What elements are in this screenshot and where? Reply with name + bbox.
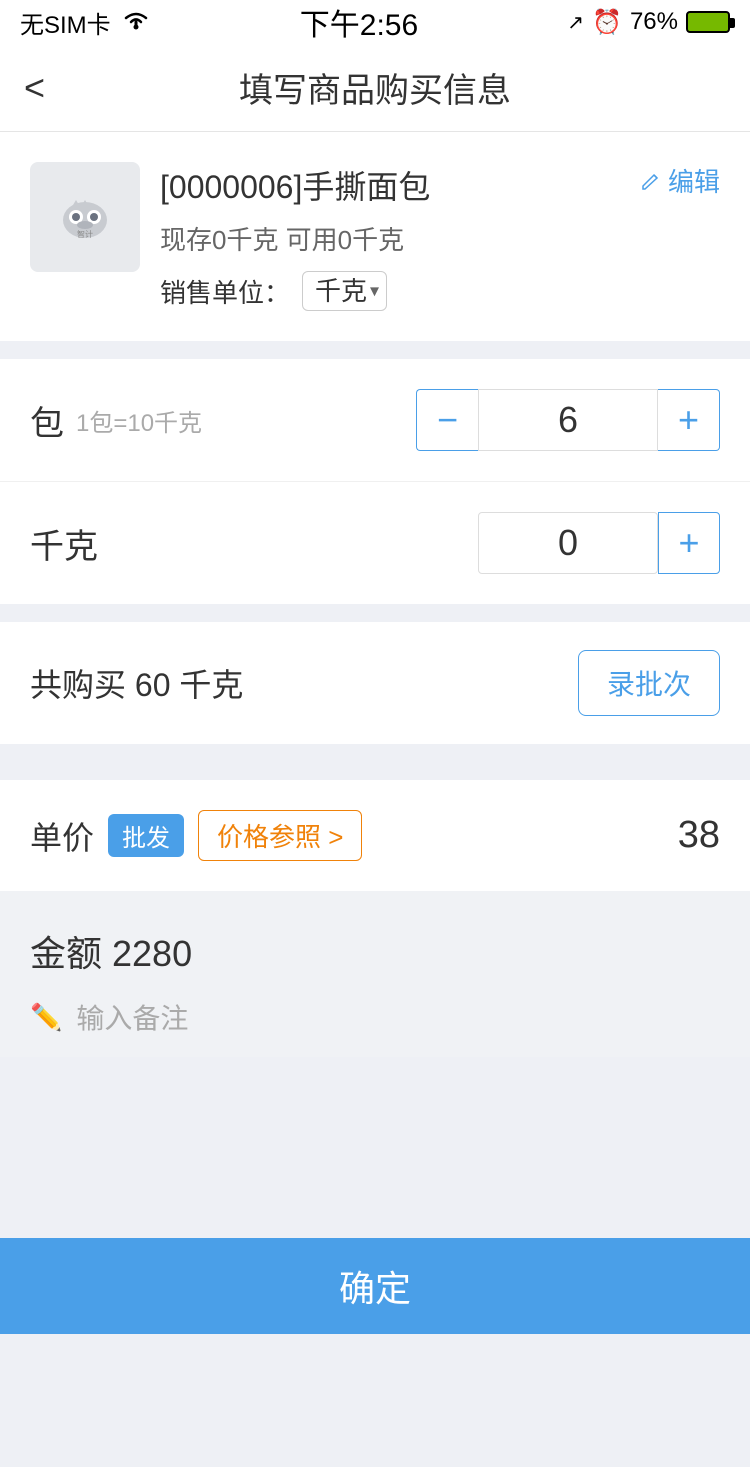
divider-1 bbox=[0, 762, 750, 780]
increment-bao-button[interactable]: + bbox=[658, 389, 720, 451]
svg-text:智计: 智计 bbox=[77, 229, 93, 239]
status-bar: 无SIM卡 下午2:56 ↗ ⏰ 76% bbox=[0, 0, 750, 44]
summary-unit: 千克 bbox=[179, 667, 243, 703]
summary-section: 共购买 60 千克 录批次 bbox=[0, 622, 750, 744]
back-button[interactable]: < bbox=[24, 67, 45, 109]
unit-kg-label: 千克 bbox=[30, 519, 98, 568]
summary-prefix: 共购买 bbox=[30, 667, 135, 703]
edit-button[interactable]: 编辑 bbox=[640, 162, 720, 199]
summary-text: 共购买 60 千克 bbox=[30, 660, 243, 706]
footer-spacer bbox=[0, 1357, 750, 1467]
confirm-button[interactable]: 确定 bbox=[339, 1260, 411, 1312]
price-ref-label: 价格参照 > bbox=[217, 817, 343, 854]
amount-value: 2280 bbox=[112, 933, 192, 974]
price-ref-button[interactable]: 价格参照 > bbox=[198, 810, 362, 861]
amount-section: 金额 2280 ✏️ 输入备注 bbox=[0, 891, 750, 1057]
decrement-bao-button[interactable]: − bbox=[416, 389, 478, 451]
price-label: 单价 bbox=[30, 813, 94, 859]
status-left: 无SIM卡 bbox=[20, 5, 151, 40]
quantity-controls-kg: + bbox=[478, 512, 720, 574]
battery-icon bbox=[686, 11, 730, 33]
quantity-section: 包 1包=10千克 − + 千克 + bbox=[0, 359, 750, 604]
page-title: 填写商品购买信息 bbox=[239, 63, 511, 112]
quantity-row-kg: 千克 + bbox=[0, 482, 750, 604]
summary-amount: 60 bbox=[135, 667, 171, 703]
status-right: ↗ ⏰ 76% bbox=[567, 8, 730, 37]
remark-row[interactable]: ✏️ 输入备注 bbox=[30, 997, 720, 1037]
price-value: 38 bbox=[678, 814, 720, 857]
wifi-icon bbox=[121, 8, 151, 37]
status-time: 下午2:56 bbox=[300, 0, 418, 44]
remark-placeholder: 输入备注 bbox=[76, 997, 188, 1037]
quantity-kg-input[interactable] bbox=[478, 512, 658, 574]
quantity-controls-bao: − + bbox=[416, 389, 720, 451]
unit-select[interactable]: 千克 bbox=[302, 271, 387, 311]
unit-select-wrap[interactable]: 千克 bbox=[302, 271, 387, 311]
product-image: 智计 bbox=[30, 162, 140, 272]
alarm-icon: ⏰ bbox=[592, 8, 622, 37]
unit-bao-label: 包 bbox=[30, 396, 64, 445]
amount-row: 金额 2280 bbox=[30, 925, 720, 977]
product-card: 智计 [0000006]手撕面包 现存0千克 可用0千克 销售单位： 千克 编辑 bbox=[0, 132, 750, 341]
product-unit-row: 销售单位： 千克 bbox=[160, 271, 720, 311]
quantity-bao-input[interactable] bbox=[478, 389, 658, 451]
pencil-icon: ✏️ bbox=[30, 1002, 62, 1033]
battery-percentage: 76% bbox=[630, 8, 678, 36]
carrier-text: 无SIM卡 bbox=[20, 5, 111, 40]
product-name: [0000006]手撕面包 bbox=[160, 162, 720, 208]
unit-bao-sublabel: 1包=10千克 bbox=[76, 403, 202, 438]
batch-button[interactable]: 录批次 bbox=[578, 650, 720, 716]
price-badge: 批发 bbox=[108, 814, 184, 857]
amount-label: 金额 bbox=[30, 933, 112, 974]
edit-label: 编辑 bbox=[668, 162, 720, 199]
quantity-row-bao: 包 1包=10千克 − + bbox=[0, 359, 750, 482]
product-stock: 现存0千克 可用0千克 bbox=[160, 220, 720, 257]
location-icon: ↗ bbox=[567, 10, 584, 35]
price-section: 单价 批发 价格参照 > 38 bbox=[0, 780, 750, 891]
increment-kg-button[interactable]: + bbox=[658, 512, 720, 574]
nav-bar: < 填写商品购买信息 bbox=[0, 44, 750, 132]
product-info: [0000006]手撕面包 现存0千克 可用0千克 销售单位： 千克 bbox=[160, 162, 720, 311]
confirm-footer[interactable]: 确定 bbox=[0, 1238, 750, 1334]
unit-label: 销售单位： bbox=[160, 273, 290, 310]
